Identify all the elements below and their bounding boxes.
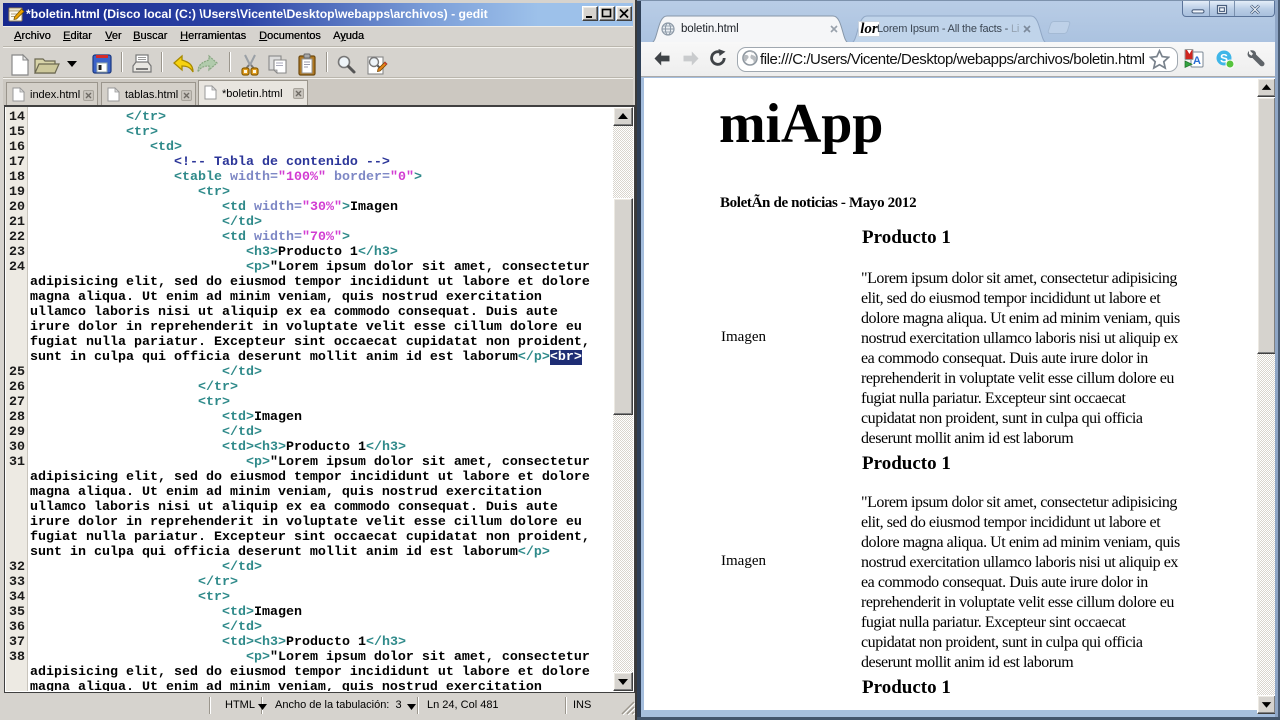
svg-text:A: A [1193,55,1201,67]
